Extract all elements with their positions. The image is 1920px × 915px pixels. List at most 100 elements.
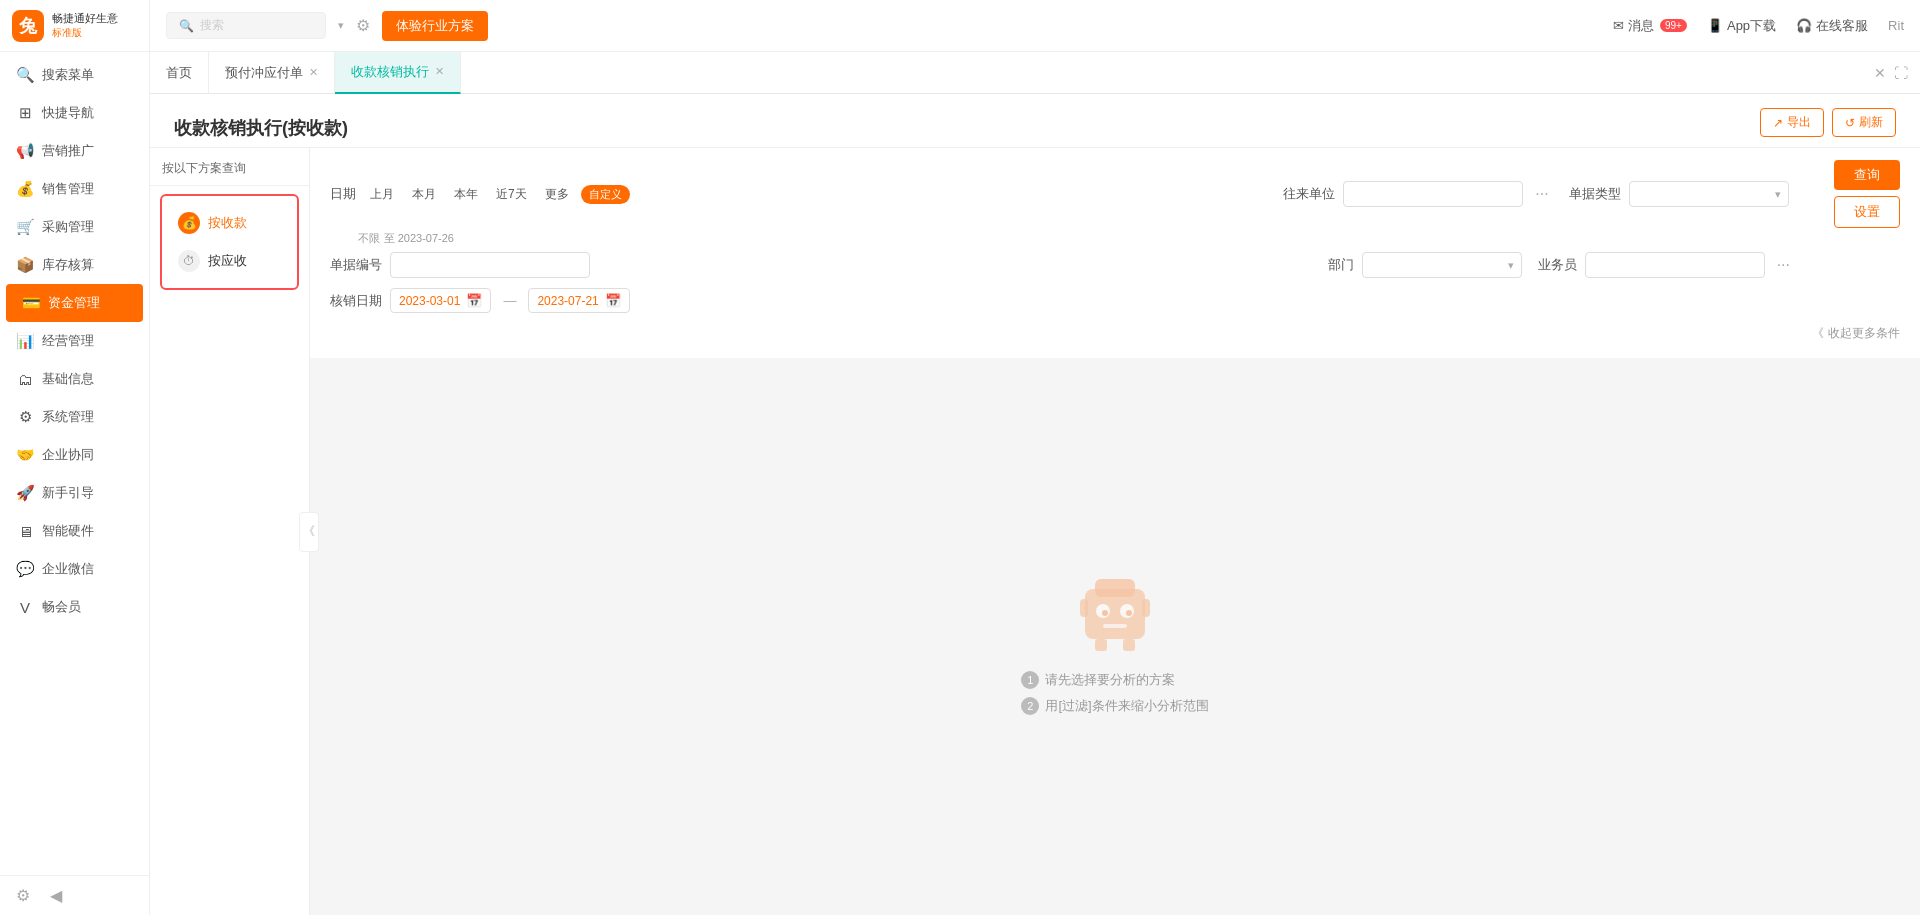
nav-icon-member: V xyxy=(16,599,34,616)
empty-hints: 1 请先选择要分析的方案 2 用[过滤]条件来缩小分析范围 xyxy=(1021,671,1208,715)
settings-icon[interactable]: ⚙ xyxy=(16,886,30,905)
date-opt-more[interactable]: 更多 xyxy=(539,184,575,205)
nav-label-inventory: 库存核算 xyxy=(42,256,94,274)
nav-icon-wechat: 💬 xyxy=(16,560,34,578)
filter-option-receivable[interactable]: ⏱ 按应收 xyxy=(162,242,297,280)
page-actions: ↗ 导出 ↺ 刷新 xyxy=(1760,108,1896,147)
hint-num-2: 2 xyxy=(1021,697,1039,715)
date-to-text: 至 2023-07-26 xyxy=(384,232,454,244)
sidebar-item-wechat[interactable]: 💬 企业微信 xyxy=(0,550,149,588)
date-opt-last-month[interactable]: 上月 xyxy=(364,184,400,205)
tab-prepay-label: 预付冲应付单 xyxy=(225,64,303,82)
nav-icon-sales: 💰 xyxy=(16,180,34,198)
query-button[interactable]: 查询 xyxy=(1834,160,1900,190)
date-opt-custom[interactable]: 自定义 xyxy=(581,185,630,204)
voucher-type-label: 单据类型 xyxy=(1569,185,1621,203)
nav-icon-smart-hw: 🖥 xyxy=(16,523,34,540)
nav-icon-marketing: 📢 xyxy=(16,142,34,160)
date-opt-this-year[interactable]: 本年 xyxy=(448,184,484,205)
tab-prepay-close-icon[interactable]: ✕ xyxy=(309,66,318,79)
sidebar-item-sales[interactable]: 💰销售管理 xyxy=(0,170,149,208)
receivable-option-icon: ⏱ xyxy=(178,250,200,272)
dept-select[interactable] xyxy=(1362,252,1522,278)
form-action-buttons: 查询 设置 xyxy=(1834,160,1900,228)
nav-label-operation: 经营管理 xyxy=(42,332,94,350)
sidebar-item-finance[interactable]: 💳资金管理 xyxy=(6,284,143,322)
tab-receipt-verify[interactable]: 收款核销执行 ✕ xyxy=(335,52,461,94)
solution-button[interactable]: 体验行业方案 xyxy=(382,11,488,41)
topbar: 🔍 搜索 ▾ ⚙ 体验行业方案 ✉ 消息 99+ 📱 App下载 🎧 在线客服 … xyxy=(150,0,1920,52)
voucher-no-input[interactable] xyxy=(390,252,590,278)
nav-label-wechat: 企业微信 xyxy=(42,560,94,578)
topbar-search[interactable]: 🔍 搜索 xyxy=(166,12,326,39)
topbar-gear-icon[interactable]: ⚙ xyxy=(356,16,370,35)
maximize-icon[interactable]: ⛶ xyxy=(1894,65,1908,81)
staff-dots-icon[interactable]: ··· xyxy=(1773,252,1794,278)
customer-service-label: 在线客服 xyxy=(1816,17,1868,35)
date-opt-this-month[interactable]: 本月 xyxy=(406,184,442,205)
partner-dots-icon[interactable]: ··· xyxy=(1531,181,1552,207)
customer-service-item[interactable]: 🎧 在线客服 xyxy=(1796,17,1868,35)
setting-button[interactable]: 设置 xyxy=(1834,196,1900,228)
filter-sidebar-title: 按以下方案查询 xyxy=(150,160,309,186)
sidebar-item-guide[interactable]: 🚀新手引导 xyxy=(0,474,149,512)
nav-icon-quick-nav: ⊞ xyxy=(16,104,34,122)
dept-label: 部门 xyxy=(1328,256,1354,274)
partner-field: 往来单位 ··· xyxy=(1283,181,1552,207)
sidebar-item-purchase[interactable]: 🛒采购管理 xyxy=(0,208,149,246)
tab-prepay[interactable]: 预付冲应付单 ✕ xyxy=(209,52,335,94)
sidebar-item-enterprise[interactable]: 🤝企业协同 xyxy=(0,436,149,474)
sidebar-bottom: ⚙ ◀ xyxy=(0,875,149,915)
partner-input[interactable] xyxy=(1343,181,1523,207)
nav-label-search-menu: 搜索菜单 xyxy=(42,66,94,84)
search-icon: 🔍 xyxy=(179,19,194,33)
empty-state: 1 请先选择要分析的方案 2 用[过滤]条件来缩小分析范围 xyxy=(310,358,1920,915)
page-header: 收款核销执行(按收款) ↗ 导出 ↺ 刷新 xyxy=(150,94,1920,148)
sidebar: 兔 畅捷通好生意 标准版 🔍搜索菜单⊞快捷导航📢营销推广💰销售管理🛒采购管理📦库… xyxy=(0,0,150,915)
sidebar-item-basic-info[interactable]: 🗂基础信息 xyxy=(0,360,149,398)
verify-date-end-input[interactable]: 2023-07-21 📅 xyxy=(528,288,629,313)
verify-date-start-cal-icon: 📅 xyxy=(466,293,482,308)
date-range-dash: — xyxy=(503,293,516,308)
refresh-button[interactable]: ↺ 刷新 xyxy=(1832,108,1896,137)
nav-icon-purchase: 🛒 xyxy=(16,218,34,236)
date-opt-7days[interactable]: 近7天 xyxy=(490,184,533,205)
svg-point-5 xyxy=(1126,610,1132,616)
export-button[interactable]: ↗ 导出 xyxy=(1760,108,1824,137)
sidebar-item-search-menu[interactable]: 🔍搜索菜单 xyxy=(0,56,149,94)
nav-label-quick-nav: 快捷导航 xyxy=(42,104,94,122)
date-options: 上月 本月 本年 近7天 更多 自定义 xyxy=(364,184,630,205)
collapse-more-btn[interactable]: 《 收起更多条件 xyxy=(330,321,1900,346)
sidebar-item-marketing[interactable]: 📢营销推广 xyxy=(0,132,149,170)
sidebar-item-quick-nav[interactable]: ⊞ 快捷导航 xyxy=(0,94,149,132)
tab-receipt-verify-close-icon[interactable]: ✕ xyxy=(435,65,444,78)
collapse-sidebar-icon[interactable]: ◀ xyxy=(50,886,62,905)
topbar-chevron-icon[interactable]: ▾ xyxy=(338,19,344,32)
app-download-item[interactable]: 📱 App下载 xyxy=(1707,17,1776,35)
sidebar-item-operation[interactable]: 📊 经营管理 xyxy=(0,322,149,360)
date-field: 日期 上月 本月 本年 近7天 更多 自定义 xyxy=(330,184,630,205)
verify-date-label: 核销日期 xyxy=(330,292,382,310)
tab-home[interactable]: 首页 xyxy=(150,52,209,94)
receipt-option-icon: 💰 xyxy=(178,212,200,234)
right-content: 日期 上月 本月 本年 近7天 更多 自定义 xyxy=(310,148,1920,915)
nav-icon-operation: 📊 xyxy=(16,332,34,350)
collapse-sidebar-arrow[interactable]: 《 xyxy=(299,512,319,552)
svg-rect-10 xyxy=(1123,639,1135,651)
voucher-type-select[interactable] xyxy=(1629,181,1789,207)
close-window-icon[interactable]: ✕ xyxy=(1874,65,1886,81)
verify-date-start-input[interactable]: 2023-03-01 📅 xyxy=(390,288,491,313)
user-name[interactable]: Rit xyxy=(1888,18,1904,33)
sidebar-item-smart-hw[interactable]: 🖥智能硬件 xyxy=(0,512,149,550)
sidebar-item-member[interactable]: V畅会员 xyxy=(0,588,149,626)
sidebar-item-system[interactable]: ⚙系统管理 xyxy=(0,398,149,436)
sidebar-item-inventory[interactable]: 📦库存核算 xyxy=(0,246,149,284)
filter-option-receipt[interactable]: 💰 按收款 xyxy=(162,204,297,242)
verify-date-end-text: 2023-07-21 xyxy=(537,294,598,308)
content-layout: 按以下方案查询 💰 按收款 ⏱ 按应收 《 xyxy=(150,148,1920,915)
query-row-1: 日期 上月 本月 本年 近7天 更多 自定义 xyxy=(330,160,1900,228)
message-item[interactable]: ✉ 消息 99+ xyxy=(1613,17,1687,35)
staff-input[interactable] xyxy=(1585,252,1765,278)
page-wrapper: 🔍 搜索 ▾ ⚙ 体验行业方案 ✉ 消息 99+ 📱 App下载 🎧 在线客服 … xyxy=(150,0,1920,915)
voucher-no-label: 单据编号 xyxy=(330,256,382,274)
